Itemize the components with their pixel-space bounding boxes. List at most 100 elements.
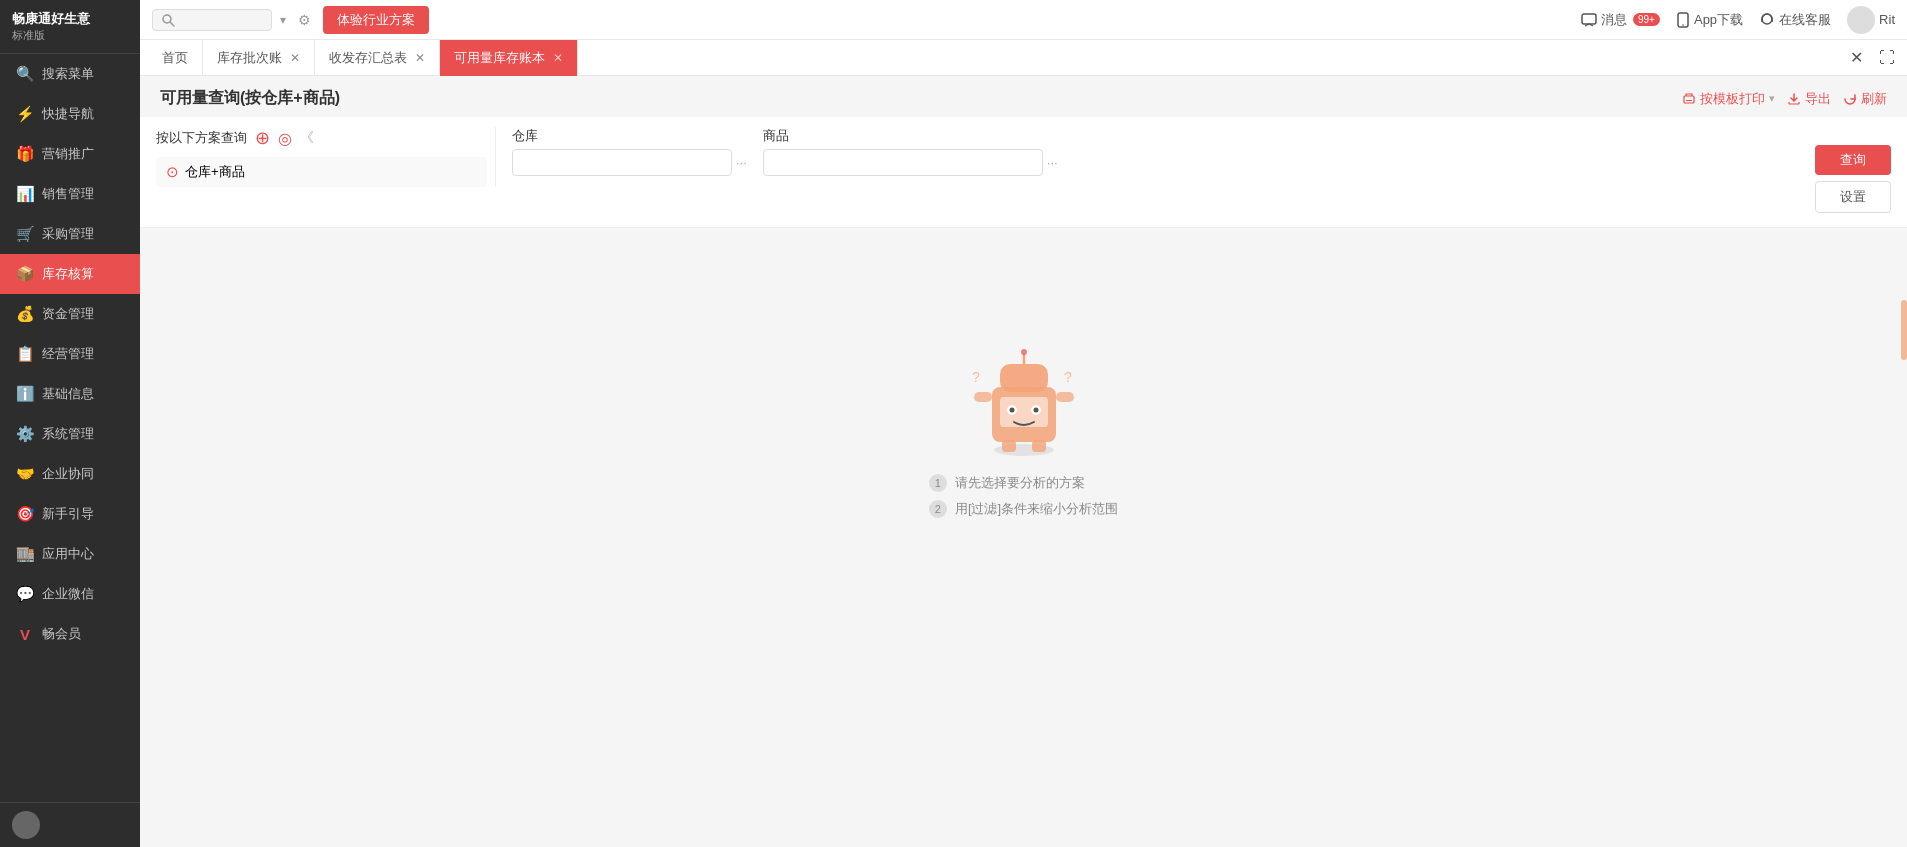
tabs-right-controls: ✕ ⛶ [1846,44,1899,71]
tab-receive-summary[interactable]: 收发存汇总表 ✕ [315,40,440,76]
topbar: ▾ ⚙ 体验行业方案 消息 99+ App下载 在线客服 [140,0,1907,40]
tab-available-qty[interactable]: 可用量库存账本 ✕ [440,40,578,76]
refresh-button[interactable]: 刷新 [1843,90,1887,108]
tab-label: 收发存汇总表 [329,49,407,67]
sidebar-item-label: 系统管理 [42,425,94,443]
search-input[interactable] [179,13,259,27]
query-button[interactable]: 查询 [1815,145,1891,175]
gear-icon: ⚙️ [16,425,34,443]
collapse-icon[interactable]: 《 [300,129,314,147]
svg-rect-6 [1761,19,1763,22]
tab-expand-button[interactable]: ⛶ [1875,45,1899,71]
schema-item-icon: ⊙ [166,163,179,181]
sidebar-item-enterprise[interactable]: 🤝 企业协同 [0,454,140,494]
industry-solution-button[interactable]: 体验行业方案 [323,6,429,34]
sidebar-item-app-center[interactable]: 🏬 应用中心 [0,534,140,574]
message-button[interactable]: 消息 99+ [1581,11,1660,29]
inventory-icon: 📦 [16,265,34,283]
svg-rect-2 [1582,14,1596,24]
product-input[interactable] [763,149,1043,176]
username-label: Rit [1879,12,1895,27]
page-header: 可用量查询(按仓库+商品) 按模板打印 ▾ 导出 刷新 [140,76,1907,117]
schema-item-label: 仓库+商品 [185,163,245,181]
sidebar-item-basic-info[interactable]: ℹ️ 基础信息 [0,374,140,414]
lightning-icon: ⚡ [16,105,34,123]
sidebar-item-label: 基础信息 [42,385,94,403]
sidebar-item-marketing[interactable]: 🎁 营销推广 [0,134,140,174]
svg-rect-23 [1032,440,1046,452]
tab-close-icon[interactable]: ✕ [290,51,300,65]
svg-rect-12 [1000,397,1048,427]
sidebar-item-sales[interactable]: 📊 销售管理 [0,174,140,214]
sidebar-item-label: 新手引导 [42,505,94,523]
chart-icon: 📊 [16,185,34,203]
refresh-label: 刷新 [1861,90,1887,108]
user-profile[interactable]: Rit [1847,6,1895,34]
app-sub: 标准版 [12,28,128,43]
topbar-gear-icon[interactable]: ⚙ [294,8,315,32]
svg-rect-21 [1056,392,1074,402]
empty-illustration: ? ? [964,342,1084,462]
sidebar-item-guide[interactable]: 🎯 新手引导 [0,494,140,534]
app-download-button[interactable]: App下载 [1676,11,1743,29]
print-button[interactable]: 按模板打印 ▾ [1682,90,1775,108]
filter-section-title: 按以下方案查询 [156,129,247,147]
warehouse-label: 仓库 [512,127,747,145]
product-more-icon[interactable]: ··· [1047,155,1058,170]
sidebar-item-system[interactable]: ⚙️ 系统管理 [0,414,140,454]
search-icon: 🔍 [16,65,34,83]
vip-icon: V [16,626,34,643]
sidebar: 畅康通好生意 标准版 🔍 搜索菜单 ⚡ 快捷导航 🎁 营销推广 📊 销售管理 🛒 [0,0,140,847]
sidebar-item-wechat[interactable]: 💬 企业微信 [0,574,140,614]
info-icon: ℹ️ [16,385,34,403]
headset-icon [1759,12,1775,28]
sidebar-item-quicknav[interactable]: ⚡ 快捷导航 [0,94,140,134]
tab-home[interactable]: 首页 [148,40,203,76]
sidebar-item-members[interactable]: V 畅会员 [0,614,140,654]
sidebar-item-management[interactable]: 📋 经营管理 [0,334,140,374]
warehouse-input[interactable] [512,149,732,176]
target-icon: 🎯 [16,505,34,523]
svg-rect-22 [1002,440,1016,452]
schema-item-warehouse-product[interactable]: ⊙ 仓库+商品 [156,157,487,187]
app-name: 畅康通好生意 [12,10,128,28]
clipboard-icon: 📋 [16,345,34,363]
sidebar-item-label: 经营管理 [42,345,94,363]
sidebar-item-label: 搜索菜单 [42,65,94,83]
sidebar-item-purchase[interactable]: 🛒 采购管理 [0,214,140,254]
empty-tip-label-2: 用[过滤]条件来缩小分析范围 [955,500,1118,518]
empty-tip-1: 1 请先选择要分析的方案 [929,474,1118,492]
settings-button[interactable]: 设置 [1815,181,1891,213]
filter-group-product: 商品 ··· [763,127,1058,176]
filter-area: 按以下方案查询 ⊕ ◎ 《 ⊙ 仓库+商品 仓库 [140,117,1907,228]
export-button[interactable]: 导出 [1787,90,1831,108]
svg-rect-20 [974,392,992,402]
sidebar-item-finance[interactable]: 💰 资金管理 [0,294,140,334]
sidebar-item-search[interactable]: 🔍 搜索菜单 [0,54,140,94]
export-label: 导出 [1805,90,1831,108]
sidebar-item-inventory[interactable]: 📦 库存核算 [0,254,140,294]
svg-text:?: ? [1064,369,1072,385]
page-content: 可用量查询(按仓库+商品) 按模板打印 ▾ 导出 刷新 [140,76,1907,847]
topbar-chevron-icon[interactable]: ▾ [280,13,286,27]
warehouse-more-icon[interactable]: ··· [736,155,747,170]
gift-icon: 🎁 [16,145,34,163]
add-schema-icon[interactable]: ⊕ [255,127,270,149]
sidebar-item-label: 销售管理 [42,185,94,203]
tabs-bar: 首页 库存批次账 ✕ 收发存汇总表 ✕ 可用量库存账本 ✕ ✕ ⛶ [140,40,1907,76]
tab-close-button[interactable]: ✕ [1846,44,1867,71]
filter-group-warehouse: 仓库 ··· [512,127,747,176]
topbar-search-wrap[interactable] [152,9,272,31]
user-avatar [12,811,40,839]
tab-label: 库存批次账 [217,49,282,67]
print-icon [1682,92,1696,106]
empty-tip-label-1: 请先选择要分析的方案 [955,474,1085,492]
right-scrollbar[interactable] [1901,300,1907,360]
tab-close-icon[interactable]: ✕ [415,51,425,65]
online-service-button[interactable]: 在线客服 [1759,11,1831,29]
svg-rect-17 [1000,364,1048,392]
tab-close-icon[interactable]: ✕ [553,51,563,65]
tab-label: 可用量库存账本 [454,49,545,67]
tab-inventory-batch[interactable]: 库存批次账 ✕ [203,40,315,76]
settings-schema-icon[interactable]: ◎ [278,129,292,148]
